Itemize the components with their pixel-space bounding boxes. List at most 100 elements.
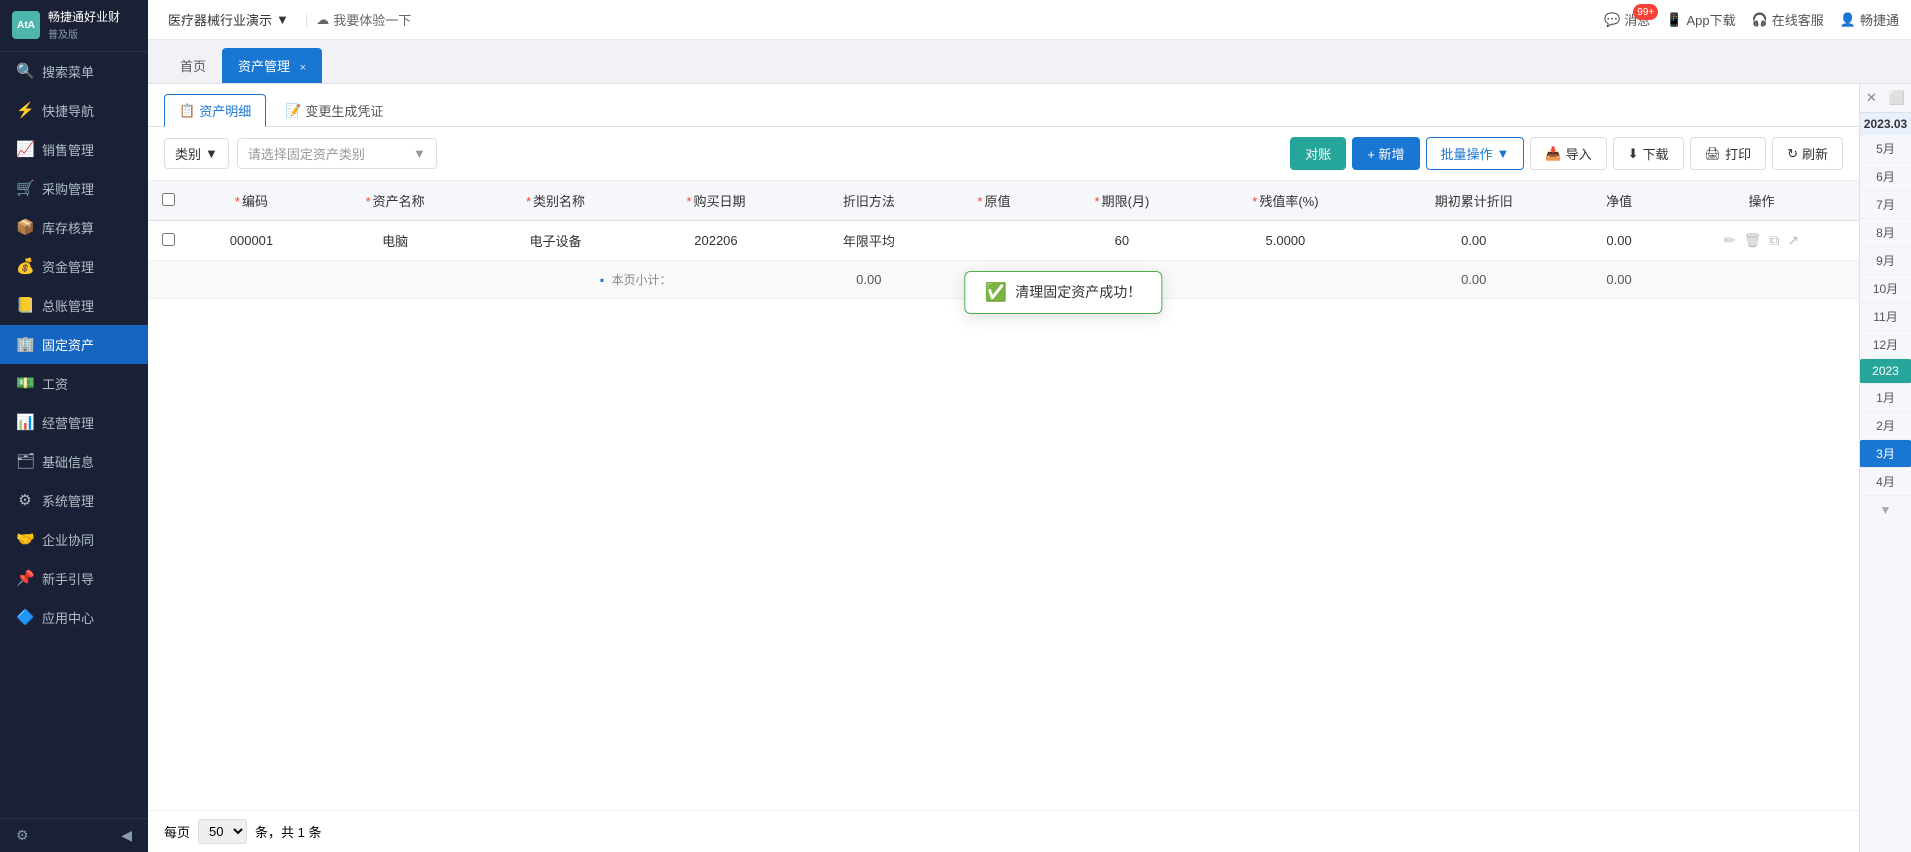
sidebar-item-guide[interactable]: 📌 新手引导 <box>0 559 148 598</box>
ops-icon: 📊 <box>16 413 34 431</box>
collapse-icon[interactable]: ◀ <box>121 827 132 844</box>
user-name: 畅捷通 <box>1860 10 1899 29</box>
tab-home[interactable]: 首页 <box>164 48 222 83</box>
rp-months-list: 5月 6月 7月 8月 9月 10月 11月 12月 2023 1月 2月 3月… <box>1860 135 1911 852</box>
rp-month-3[interactable]: 3月 <box>1860 440 1911 468</box>
sidebar-item-label: 固定资产 <box>42 335 94 354</box>
sidebar-item-label: 基础信息 <box>42 452 94 471</box>
basic-info-icon: 🗂 <box>16 452 34 470</box>
action-icons: ✏ 🗑 ⧉ ↗ <box>1672 232 1851 249</box>
rp-year: 2023.03 <box>1860 113 1911 135</box>
category-input[interactable]: 请选择固定资产类别 ▼ <box>237 138 437 169</box>
main-content: 📋 资产明细 📝 变更生成凭证 类别 ▼ 请选择固定资产类别 ▼ <box>148 84 1859 852</box>
experience-btn[interactable]: ☁ 我要体验一下 <box>316 10 411 29</box>
header-purchase-date: *购买日期 <box>636 181 796 221</box>
rp-month-4[interactable]: 4月 <box>1860 468 1911 496</box>
sidebar-item-app-center[interactable]: 🔷 应用中心 <box>0 598 148 637</box>
header-actions: 操作 <box>1664 181 1859 221</box>
change-voucher-icon: 📝 <box>285 103 301 119</box>
row-select-checkbox[interactable] <box>162 233 175 246</box>
tab-asset-mgmt[interactable]: 资产管理 × <box>222 48 322 83</box>
rp-month-5[interactable]: 5月 <box>1860 135 1911 163</box>
assets-table: *编码 *资产名称 *类别名称 *购买日期 <box>148 181 1859 299</box>
copy-icon[interactable]: ⧉ <box>1769 232 1779 249</box>
delete-icon[interactable]: 🗑 <box>1744 232 1762 249</box>
print-button[interactable]: 🖨 打印 <box>1690 137 1767 170</box>
subtotal-label: ▪ 本页小计： <box>600 273 672 287</box>
settings-icon[interactable]: ⚙ <box>16 827 29 844</box>
batch-button[interactable]: 批量操作 ▼ <box>1426 137 1525 170</box>
sidebar-item-label: 销售管理 <box>42 140 94 159</box>
success-toast: ✅ 清理固定资产成功！ <box>964 271 1162 314</box>
rp-month-7[interactable]: 7月 <box>1860 191 1911 219</box>
subtotal-original-value: 0.00 <box>796 261 941 299</box>
toolbar-right: 对账 + 新增 批量操作 ▼ 📥 导入 ⬇ 下载 <box>1290 137 1843 170</box>
rp-month-10[interactable]: 10月 <box>1860 275 1911 303</box>
rp-month-2[interactable]: 2月 <box>1860 412 1911 440</box>
topbar: 医疗器械行业演示 ▼ | ☁ 我要体验一下 💬 消息 99+ 📱 App下载 🎧… <box>148 0 1911 40</box>
download-button[interactable]: ⬇ 下载 <box>1613 137 1684 170</box>
sidebar-item-basic-info[interactable]: 🗂 基础信息 <box>0 442 148 481</box>
toast-message: 清理固定资产成功！ <box>1015 282 1141 302</box>
company-name: 医疗器械行业演示 <box>168 10 272 29</box>
rp-scroll-down[interactable]: ▼ <box>1860 496 1911 523</box>
logo-text: 畅捷通好业财 <box>48 10 120 26</box>
message-btn[interactable]: 💬 消息 99+ <box>1604 10 1650 29</box>
import-button[interactable]: 📥 导入 <box>1530 137 1606 170</box>
rp-expand-icon[interactable]: ⬜ <box>1889 90 1905 106</box>
filter-dropdown-icon: ▼ <box>205 146 218 161</box>
reconcile-button[interactable]: 对账 <box>1290 137 1346 170</box>
refresh-button[interactable]: ↻ 刷新 <box>1772 137 1843 170</box>
sidebar-item-ledger[interactable]: 📒 总账管理 <box>0 286 148 325</box>
header-code: *编码 <box>188 181 315 221</box>
sidebar-item-purchase[interactable]: 🛒 采购管理 <box>0 169 148 208</box>
rp-month-6[interactable]: 6月 <box>1860 163 1911 191</box>
subtab-change-voucher[interactable]: 📝 变更生成凭证 <box>270 94 398 126</box>
edit-icon[interactable]: ✏ <box>1724 232 1736 249</box>
quicknav-icon: ⚡ <box>16 101 34 119</box>
sidebar-item-quick-nav[interactable]: ⚡ 快捷导航 <box>0 91 148 130</box>
row-name: 电脑 <box>315 221 475 261</box>
rp-month-9[interactable]: 9月 <box>1860 247 1911 275</box>
header-original-value: *原值 <box>941 181 1046 221</box>
app-download-btn[interactable]: 📱 App下载 <box>1666 10 1735 29</box>
row-original-value: ✅ 清理固定资产成功！ <box>941 221 1046 261</box>
import-icon: 📥 <box>1545 146 1561 162</box>
toast-check-icon: ✅ <box>985 282 1007 303</box>
rp-month-8[interactable]: 8月 <box>1860 219 1911 247</box>
rp-close-icon[interactable]: ✕ <box>1866 90 1877 106</box>
rp-month-1[interactable]: 1月 <box>1860 384 1911 412</box>
message-icon: 💬 <box>1604 12 1620 28</box>
message-badge: 99+ <box>1633 4 1658 20</box>
company-dropdown-icon: ▼ <box>276 12 289 27</box>
sidebar-item-label: 快捷导航 <box>42 101 94 120</box>
toolbar: 类别 ▼ 请选择固定资产类别 ▼ 对账 + 新增 批量操作 ▼ <box>148 127 1859 181</box>
sidebar-item-fixed-assets[interactable]: 🏢 固定资产 <box>0 325 148 364</box>
sidebar-item-sales[interactable]: 📈 销售管理 <box>0 130 148 169</box>
company-selector[interactable]: 医疗器械行业演示 ▼ <box>160 6 297 33</box>
system-icon: ⚙ <box>16 491 34 509</box>
sidebar-item-system[interactable]: ⚙ 系统管理 <box>0 481 148 520</box>
add-button[interactable]: + 新增 <box>1352 137 1419 170</box>
category-filter[interactable]: 类别 ▼ <box>164 138 229 169</box>
user-info[interactable]: 👤 畅捷通 <box>1840 10 1899 29</box>
row-depreciation-method: 年限平均 <box>796 221 941 261</box>
refresh-icon: ↻ <box>1787 146 1798 162</box>
more-icon[interactable]: ↗ <box>1787 232 1799 249</box>
sidebar-item-search[interactable]: 🔍 搜索菜单 <box>0 52 148 91</box>
rp-month-12[interactable]: 12月 <box>1860 331 1911 359</box>
sidebar: AtA 畅捷通好业财 普及版 🔍 搜索菜单 ⚡ 快捷导航 📈 销售管理 🛒 采购… <box>0 0 148 852</box>
select-all-checkbox[interactable] <box>162 193 175 206</box>
sidebar-item-ops[interactable]: 📊 经营管理 <box>0 403 148 442</box>
tab-close-icon[interactable]: × <box>300 62 306 74</box>
sidebar-item-payroll[interactable]: 💵 工资 <box>0 364 148 403</box>
per-page-select[interactable]: 50 <box>198 819 247 844</box>
sidebar-item-finance[interactable]: 💰 资金管理 <box>0 247 148 286</box>
sidebar-item-inventory[interactable]: 📦 库存核算 <box>0 208 148 247</box>
headset-icon: 🎧 <box>1752 12 1768 28</box>
sidebar-item-enterprise[interactable]: 🤝 企业协同 <box>0 520 148 559</box>
rp-year-2023[interactable]: 2023 <box>1860 359 1911 384</box>
rp-month-11[interactable]: 11月 <box>1860 303 1911 331</box>
online-service-btn[interactable]: 🎧 在线客服 <box>1752 10 1824 29</box>
subtab-asset-detail[interactable]: 📋 资产明细 <box>164 94 266 127</box>
